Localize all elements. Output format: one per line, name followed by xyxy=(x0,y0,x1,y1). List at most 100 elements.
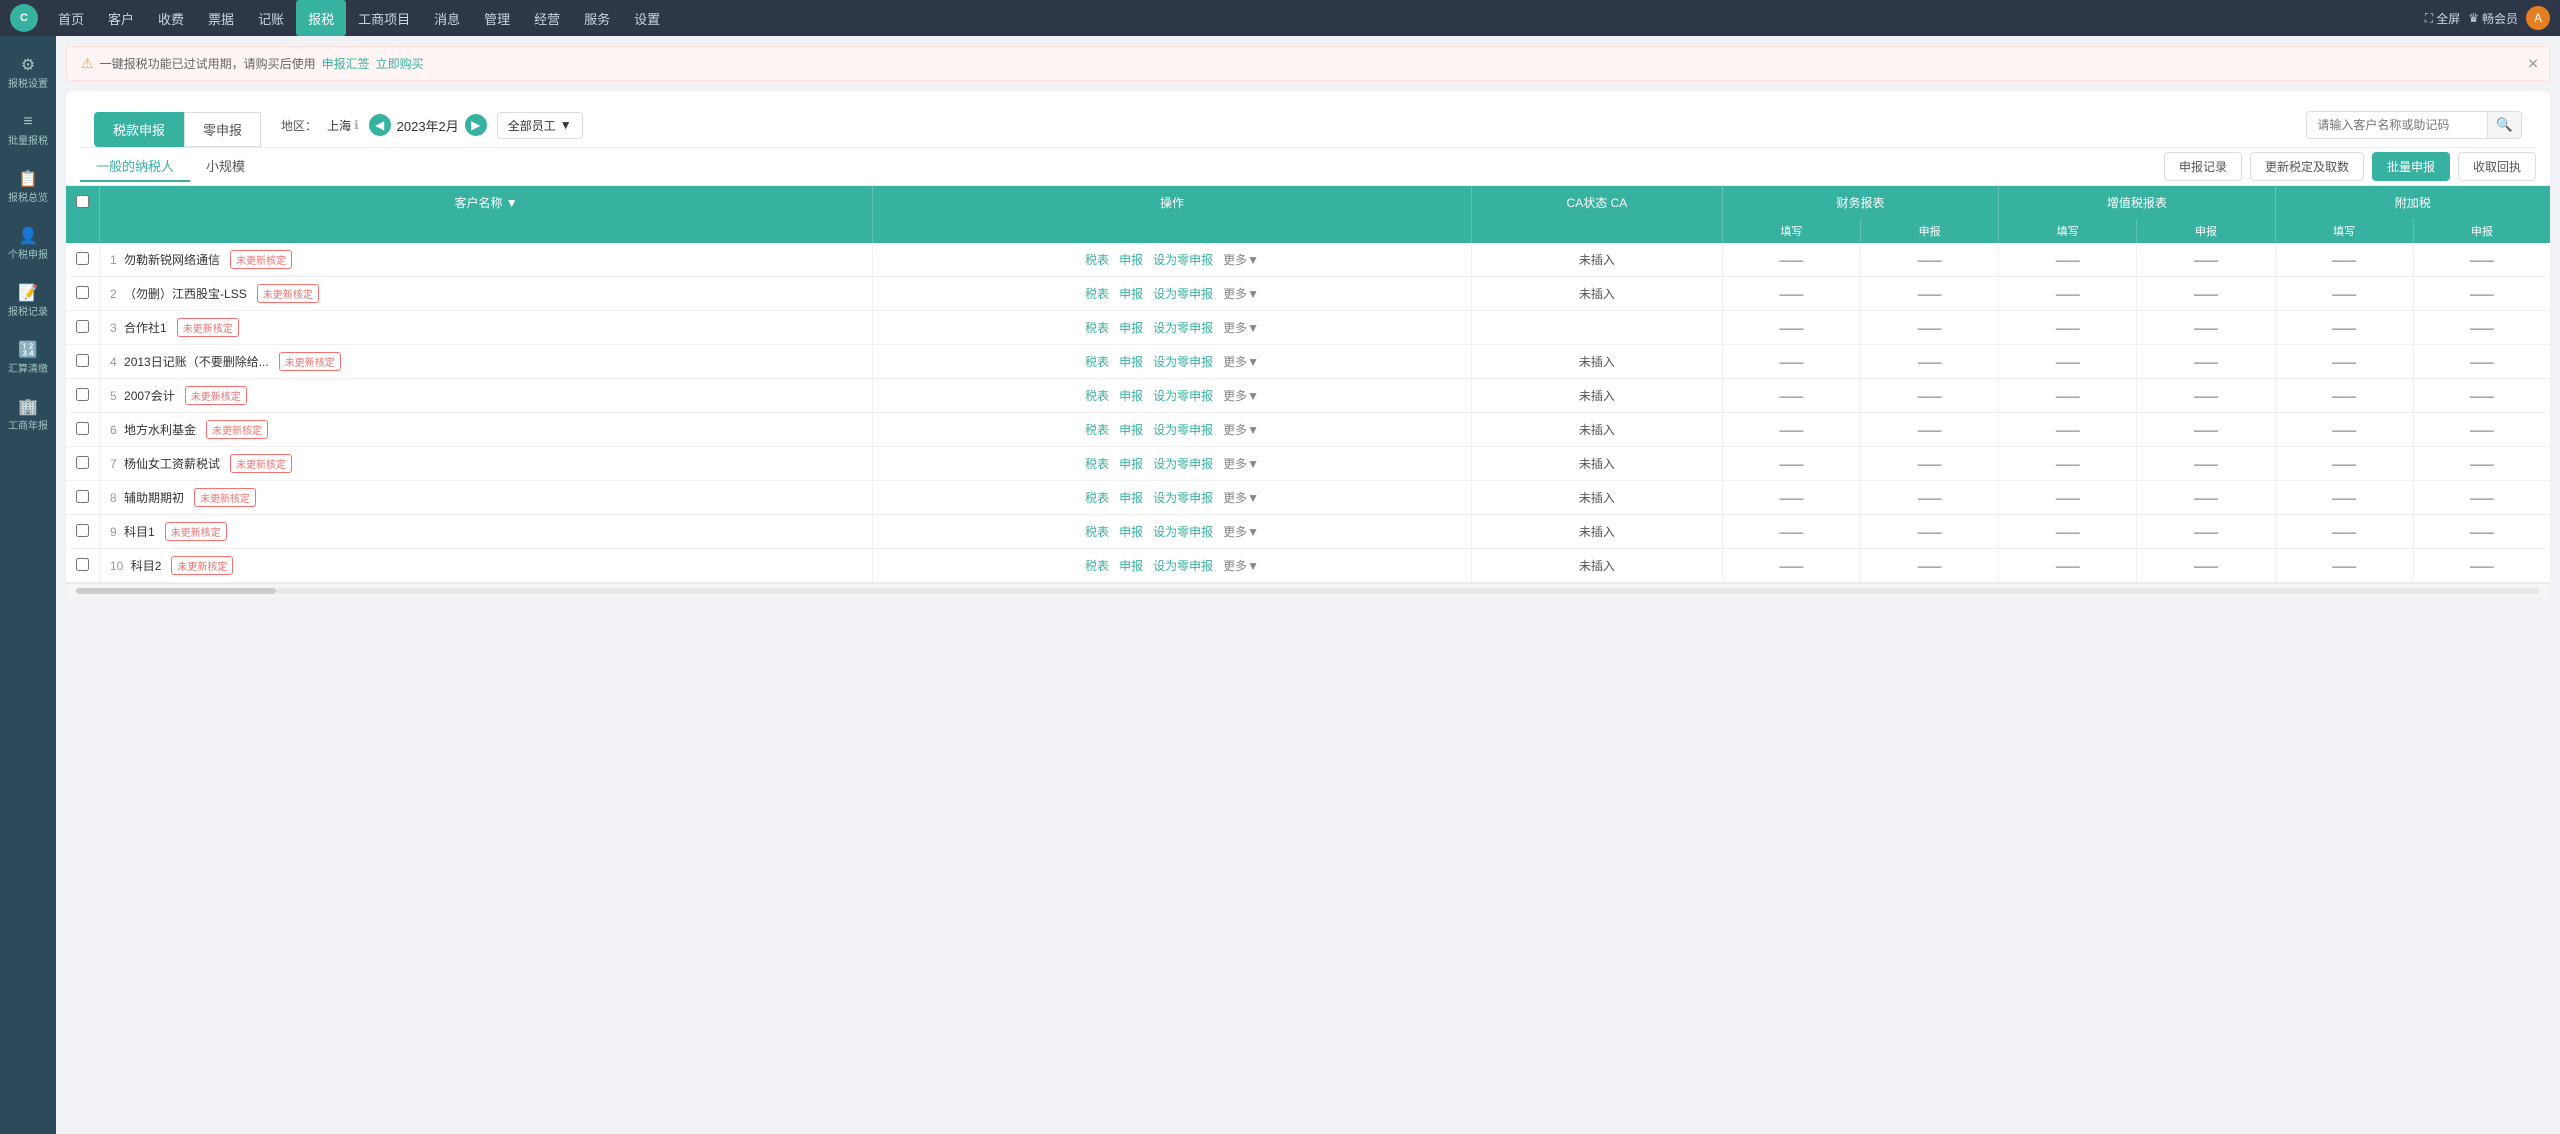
nav-bookkeeping[interactable]: 记账 xyxy=(246,0,296,36)
row-checkbox-4[interactable] xyxy=(76,388,89,401)
row-op-taxsheet[interactable]: 税表 xyxy=(1085,321,1109,335)
nav-fee[interactable]: 收费 xyxy=(146,0,196,36)
tab-tax-declaration[interactable]: 税款申报 xyxy=(94,112,184,147)
row-op-report[interactable]: 申报 xyxy=(1119,287,1143,301)
row-op-more[interactable]: 更多▼ xyxy=(1223,355,1259,369)
row-op-more[interactable]: 更多▼ xyxy=(1223,491,1259,505)
row-op-more[interactable]: 更多▼ xyxy=(1223,559,1259,573)
shenbaojilu-btn[interactable]: 申报记录 xyxy=(2164,152,2242,181)
row-op-more[interactable]: 更多▼ xyxy=(1223,321,1259,335)
row-op-zero[interactable]: 设为零申报 xyxy=(1153,253,1213,267)
period-next-btn[interactable]: ▶ xyxy=(465,114,487,136)
row-op-report[interactable]: 申报 xyxy=(1119,355,1143,369)
row-op-zero[interactable]: 设为零申报 xyxy=(1153,355,1213,369)
row-checkbox-0[interactable] xyxy=(76,252,89,265)
row-c3: —— xyxy=(1999,311,2137,345)
select-all-checkbox[interactable] xyxy=(76,195,89,208)
sidebar-item-annual-settlement[interactable]: 🔢 汇算清缴 xyxy=(0,329,56,386)
row-op-zero[interactable]: 设为零申报 xyxy=(1153,457,1213,471)
search-input[interactable] xyxy=(2307,113,2487,137)
row-op-zero[interactable]: 设为零申报 xyxy=(1153,491,1213,505)
row-checkbox-1[interactable] xyxy=(76,286,89,299)
row-op-taxsheet[interactable]: 税表 xyxy=(1085,491,1109,505)
row-op-report[interactable]: 申报 xyxy=(1119,423,1143,437)
sidebar-item-batch-tax[interactable]: ≡ 批量报税 xyxy=(0,101,56,158)
nav-customer[interactable]: 客户 xyxy=(96,0,146,36)
banner-link-shenbaohui[interactable]: 申报汇签 xyxy=(322,55,370,72)
row-op-report[interactable]: 申报 xyxy=(1119,525,1143,539)
row-op-taxsheet[interactable]: 税表 xyxy=(1085,253,1109,267)
main-card: 税款申报 零申报 地区： 上海 ℹ ◀ 2023年2月 ▶ xyxy=(66,91,2550,597)
row-ops: 税表 申报 设为零申报 更多▼ xyxy=(873,413,1472,447)
fullscreen-btn[interactable]: ⛶ 全屏 xyxy=(2425,10,2460,27)
nav-tax[interactable]: 报税 xyxy=(296,0,346,36)
sidebar-item-tax-record[interactable]: 📝 报税记录 xyxy=(0,272,56,329)
piliangshenba-btn[interactable]: 批量申报 xyxy=(2372,152,2450,181)
nav-management[interactable]: 管理 xyxy=(472,0,522,36)
nav-message[interactable]: 消息 xyxy=(422,0,472,36)
row-ca: 未插入 xyxy=(1471,277,1722,311)
row-op-zero[interactable]: 设为零申报 xyxy=(1153,287,1213,301)
sidebar: ⚙ 报税设置 ≡ 批量报税 📋 报税总览 👤 个税申报 📝 报税记录 🔢 汇算清… xyxy=(0,36,56,1134)
row-op-zero[interactable]: 设为零申报 xyxy=(1153,321,1213,335)
sidebar-item-tax-overview[interactable]: 📋 报税总览 xyxy=(0,158,56,215)
row-checkbox-2[interactable] xyxy=(76,320,89,333)
user-avatar[interactable]: A xyxy=(2526,6,2550,30)
shouhuihuishu-btn[interactable]: 收取回执 xyxy=(2458,152,2536,181)
period-prev-btn[interactable]: ◀ xyxy=(369,114,391,136)
nav-operation[interactable]: 经营 xyxy=(522,0,572,36)
row-op-taxsheet[interactable]: 税表 xyxy=(1085,423,1109,437)
row-op-more[interactable]: 更多▼ xyxy=(1223,287,1259,301)
row-op-report[interactable]: 申报 xyxy=(1119,321,1143,335)
row-op-zero[interactable]: 设为零申报 xyxy=(1153,423,1213,437)
horizontal-scrollbar[interactable] xyxy=(76,588,276,594)
sidebar-item-personal-tax[interactable]: 👤 个税申报 xyxy=(0,215,56,272)
nav-home[interactable]: 首页 xyxy=(46,0,96,36)
row-ca: 未插入 xyxy=(1471,447,1722,481)
sidebar-item-business-annual[interactable]: 🏢 工商年报 xyxy=(0,386,56,443)
row-op-more[interactable]: 更多▼ xyxy=(1223,253,1259,267)
row-op-zero[interactable]: 设为零申报 xyxy=(1153,525,1213,539)
sidebar-item-tax-settings[interactable]: ⚙ 报税设置 xyxy=(0,44,56,101)
row-checkbox-6[interactable] xyxy=(76,456,89,469)
nav-service[interactable]: 服务 xyxy=(572,0,622,36)
row-op-taxsheet[interactable]: 税表 xyxy=(1085,525,1109,539)
nav-settings[interactable]: 设置 xyxy=(622,0,672,36)
dept-select-arrow-icon: ▼ xyxy=(560,118,572,132)
row-op-report[interactable]: 申报 xyxy=(1119,559,1143,573)
row-op-taxsheet[interactable]: 税表 xyxy=(1085,389,1109,403)
tab-zero-declaration[interactable]: 零申报 xyxy=(184,112,261,147)
row-op-report[interactable]: 申报 xyxy=(1119,389,1143,403)
row-op-report[interactable]: 申报 xyxy=(1119,491,1143,505)
member-btn[interactable]: ♛ 畅会员 xyxy=(2468,10,2518,27)
row-checkbox-7[interactable] xyxy=(76,490,89,503)
banner-close-btn[interactable]: ✕ xyxy=(2527,55,2539,72)
nav-items: 首页 客户 收费 票据 记账 报税 工商项目 消息 管理 经营 服务 设置 xyxy=(46,0,2425,36)
row-op-more[interactable]: 更多▼ xyxy=(1223,525,1259,539)
row-op-more[interactable]: 更多▼ xyxy=(1223,389,1259,403)
row-checkbox-3[interactable] xyxy=(76,354,89,367)
row-checkbox-9[interactable] xyxy=(76,558,89,571)
row-op-more[interactable]: 更多▼ xyxy=(1223,457,1259,471)
row-op-taxsheet[interactable]: 税表 xyxy=(1085,355,1109,369)
sub-tab-small[interactable]: 小规模 xyxy=(190,151,261,182)
gengxinteding-btn[interactable]: 更新税定及取数 xyxy=(2250,152,2364,181)
nav-business[interactable]: 工商项目 xyxy=(346,0,422,36)
row-op-taxsheet[interactable]: 税表 xyxy=(1085,287,1109,301)
row-op-report[interactable]: 申报 xyxy=(1119,253,1143,267)
search-button[interactable]: 🔍 xyxy=(2487,112,2521,138)
row-op-taxsheet[interactable]: 税表 xyxy=(1085,457,1109,471)
row-op-zero[interactable]: 设为零申报 xyxy=(1153,389,1213,403)
row-op-report[interactable]: 申报 xyxy=(1119,457,1143,471)
info-icon[interactable]: ℹ xyxy=(354,118,359,132)
row-c2: —— xyxy=(1861,243,1999,277)
row-checkbox-8[interactable] xyxy=(76,524,89,537)
sub-tab-general[interactable]: 一般的纳税人 xyxy=(80,151,190,182)
dept-select[interactable]: 全部员工 ▼ xyxy=(497,112,583,139)
row-op-taxsheet[interactable]: 税表 xyxy=(1085,559,1109,573)
banner-link-buynow[interactable]: 立即购买 xyxy=(376,55,424,72)
row-checkbox-5[interactable] xyxy=(76,422,89,435)
row-op-more[interactable]: 更多▼ xyxy=(1223,423,1259,437)
nav-invoice[interactable]: 票据 xyxy=(196,0,246,36)
row-op-zero[interactable]: 设为零申报 xyxy=(1153,559,1213,573)
